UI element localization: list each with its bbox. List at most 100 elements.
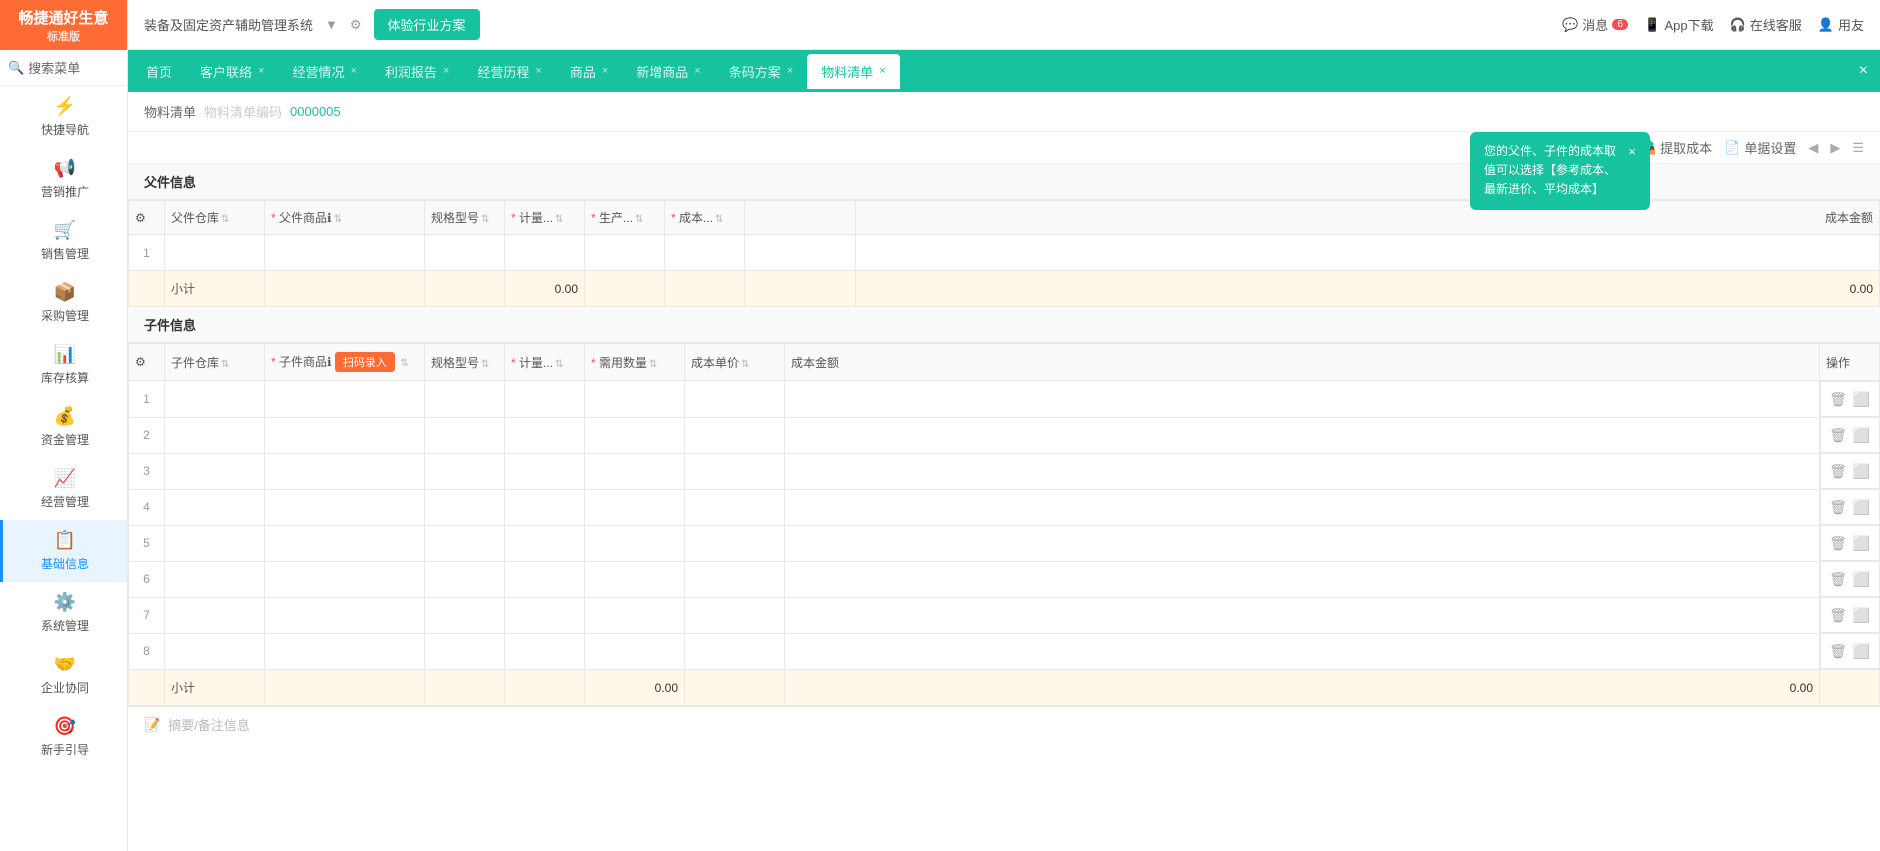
- child-row-4-product[interactable]: [265, 489, 425, 525]
- parent-row-1-spec[interactable]: [425, 235, 505, 271]
- child-row-7-spec[interactable]: [425, 597, 505, 633]
- child-row-2-qty[interactable]: [585, 417, 685, 453]
- parent-row-1-cost[interactable]: [665, 235, 745, 271]
- parent-row-1-product[interactable]: [265, 235, 425, 271]
- child-row-1-qty[interactable]: [585, 381, 685, 418]
- child-row-1-spec[interactable]: [425, 381, 505, 418]
- tab-product-close[interactable]: ×: [602, 65, 608, 77]
- parent-row-1-unit[interactable]: [505, 235, 585, 271]
- sidebar-item-finance[interactable]: 💰 资金管理: [0, 396, 127, 458]
- child-row-3-product[interactable]: [265, 453, 425, 489]
- message-item[interactable]: 💬 消息 6: [1562, 15, 1628, 34]
- delete-icon-1[interactable]: 🗑: [1829, 391, 1847, 408]
- tab-bom-close[interactable]: ×: [879, 65, 885, 77]
- tab-operation[interactable]: 经营情况 ×: [278, 54, 370, 89]
- copy-icon-8[interactable]: ⬜: [1853, 643, 1870, 660]
- dropdown-icon[interactable]: ▼: [325, 17, 338, 32]
- child-row-7-warehouse[interactable]: [165, 597, 265, 633]
- child-row-4-warehouse[interactable]: [165, 489, 265, 525]
- child-row-8-qty[interactable]: [585, 633, 685, 670]
- parent-row-1-warehouse[interactable]: [165, 235, 265, 271]
- child-row-1-product[interactable]: [265, 381, 425, 418]
- nav-next-icon[interactable]: ▶: [1830, 140, 1840, 156]
- tab-product[interactable]: 商品 ×: [556, 54, 622, 89]
- child-row-6-unitcost[interactable]: [685, 561, 785, 597]
- tab-history-close[interactable]: ×: [535, 65, 541, 77]
- sidebar-item-system[interactable]: ⚙️ 系统管理: [0, 582, 127, 644]
- child-row-8-spec[interactable]: [425, 633, 505, 670]
- tab-barcode[interactable]: 条码方案 ×: [715, 54, 807, 89]
- tab-barcode-close[interactable]: ×: [787, 65, 793, 77]
- child-row-2-product[interactable]: [265, 417, 425, 453]
- copy-icon-4[interactable]: ⬜: [1853, 499, 1870, 516]
- tab-new-product-close[interactable]: ×: [694, 65, 700, 77]
- child-row-3-unit[interactable]: [505, 453, 585, 489]
- child-row-4-unit[interactable]: [505, 489, 585, 525]
- child-row-7-qty[interactable]: [585, 597, 685, 633]
- copy-icon-3[interactable]: ⬜: [1853, 463, 1870, 480]
- child-row-5-unitcost[interactable]: [685, 525, 785, 561]
- tab-new-product[interactable]: 新增商品 ×: [622, 54, 714, 89]
- child-row-8-warehouse[interactable]: [165, 633, 265, 670]
- tab-home[interactable]: 首页: [132, 54, 186, 89]
- tab-customer[interactable]: 客户联络 ×: [186, 54, 278, 89]
- delete-icon-4[interactable]: 🗑: [1829, 499, 1847, 516]
- child-row-4-qty[interactable]: [585, 489, 685, 525]
- child-row-2-unit[interactable]: [505, 417, 585, 453]
- delete-icon-6[interactable]: 🗑: [1829, 571, 1847, 588]
- child-row-6-warehouse[interactable]: [165, 561, 265, 597]
- user-item[interactable]: 👤 用友: [1818, 15, 1864, 34]
- online-service-item[interactable]: 🎧 在线客服: [1730, 15, 1802, 34]
- tab-operation-close[interactable]: ×: [350, 65, 356, 77]
- sidebar-item-purchase[interactable]: 📦 采购管理: [0, 272, 127, 334]
- sidebar-item-inventory[interactable]: 📊 库存核算: [0, 334, 127, 396]
- search-menu-item[interactable]: 🔍 搜索菜单: [0, 50, 127, 86]
- child-row-4-unitcost[interactable]: [685, 489, 785, 525]
- child-row-3-unitcost[interactable]: [685, 453, 785, 489]
- delete-icon-2[interactable]: 🗑: [1829, 427, 1847, 444]
- copy-icon-5[interactable]: ⬜: [1853, 535, 1870, 552]
- sidebar-item-quick[interactable]: ⚡ 快捷导航: [0, 86, 127, 148]
- child-row-6-spec[interactable]: [425, 561, 505, 597]
- child-row-7-unit[interactable]: [505, 597, 585, 633]
- child-row-8-unit[interactable]: [505, 633, 585, 670]
- copy-icon-1[interactable]: ⬜: [1853, 391, 1870, 408]
- sidebar-item-marketing[interactable]: 📢 营销推广: [0, 148, 127, 210]
- child-row-3-warehouse[interactable]: [165, 453, 265, 489]
- delete-icon-3[interactable]: 🗑: [1829, 463, 1847, 480]
- sidebar-item-enterprise[interactable]: 🤝 企业协同: [0, 644, 127, 706]
- child-row-5-qty[interactable]: [585, 525, 685, 561]
- child-row-6-product[interactable]: [265, 561, 425, 597]
- sidebar-item-guide[interactable]: 🎯 新手引导: [0, 706, 127, 768]
- child-row-8-product[interactable]: [265, 633, 425, 670]
- breadcrumb-parent[interactable]: 物料清单: [144, 102, 196, 121]
- child-row-3-qty[interactable]: [585, 453, 685, 489]
- copy-icon-6[interactable]: ⬜: [1853, 571, 1870, 588]
- child-row-5-spec[interactable]: [425, 525, 505, 561]
- parent-row-1-production[interactable]: [585, 235, 665, 271]
- nav-list-icon[interactable]: ☰: [1852, 140, 1864, 156]
- child-row-7-unitcost[interactable]: [685, 597, 785, 633]
- child-row-5-warehouse[interactable]: [165, 525, 265, 561]
- sidebar-item-sales[interactable]: 🛒 销售管理: [0, 210, 127, 272]
- app-download-item[interactable]: 📱 App下载: [1644, 15, 1713, 34]
- settings-icon[interactable]: ⚙: [350, 17, 362, 33]
- child-row-2-spec[interactable]: [425, 417, 505, 453]
- child-row-8-unitcost[interactable]: [685, 633, 785, 670]
- tabs-close-button[interactable]: ×: [1851, 62, 1876, 80]
- child-row-5-product[interactable]: [265, 525, 425, 561]
- child-th-settings[interactable]: ⚙: [129, 344, 165, 381]
- copy-icon-2[interactable]: ⬜: [1853, 427, 1870, 444]
- tab-history[interactable]: 经营历程 ×: [463, 54, 555, 89]
- parent-th-settings[interactable]: ⚙: [129, 201, 165, 235]
- tab-customer-close[interactable]: ×: [258, 65, 264, 77]
- trial-button[interactable]: 体验行业方案: [374, 9, 480, 40]
- delete-icon-7[interactable]: 🗑: [1829, 607, 1847, 624]
- child-row-2-unitcost[interactable]: [685, 417, 785, 453]
- child-row-7-product[interactable]: [265, 597, 425, 633]
- child-row-4-spec[interactable]: [425, 489, 505, 525]
- child-row-1-unit[interactable]: [505, 381, 585, 418]
- child-row-3-spec[interactable]: [425, 453, 505, 489]
- nav-prev-icon[interactable]: ◀: [1808, 140, 1818, 156]
- child-row-5-unit[interactable]: [505, 525, 585, 561]
